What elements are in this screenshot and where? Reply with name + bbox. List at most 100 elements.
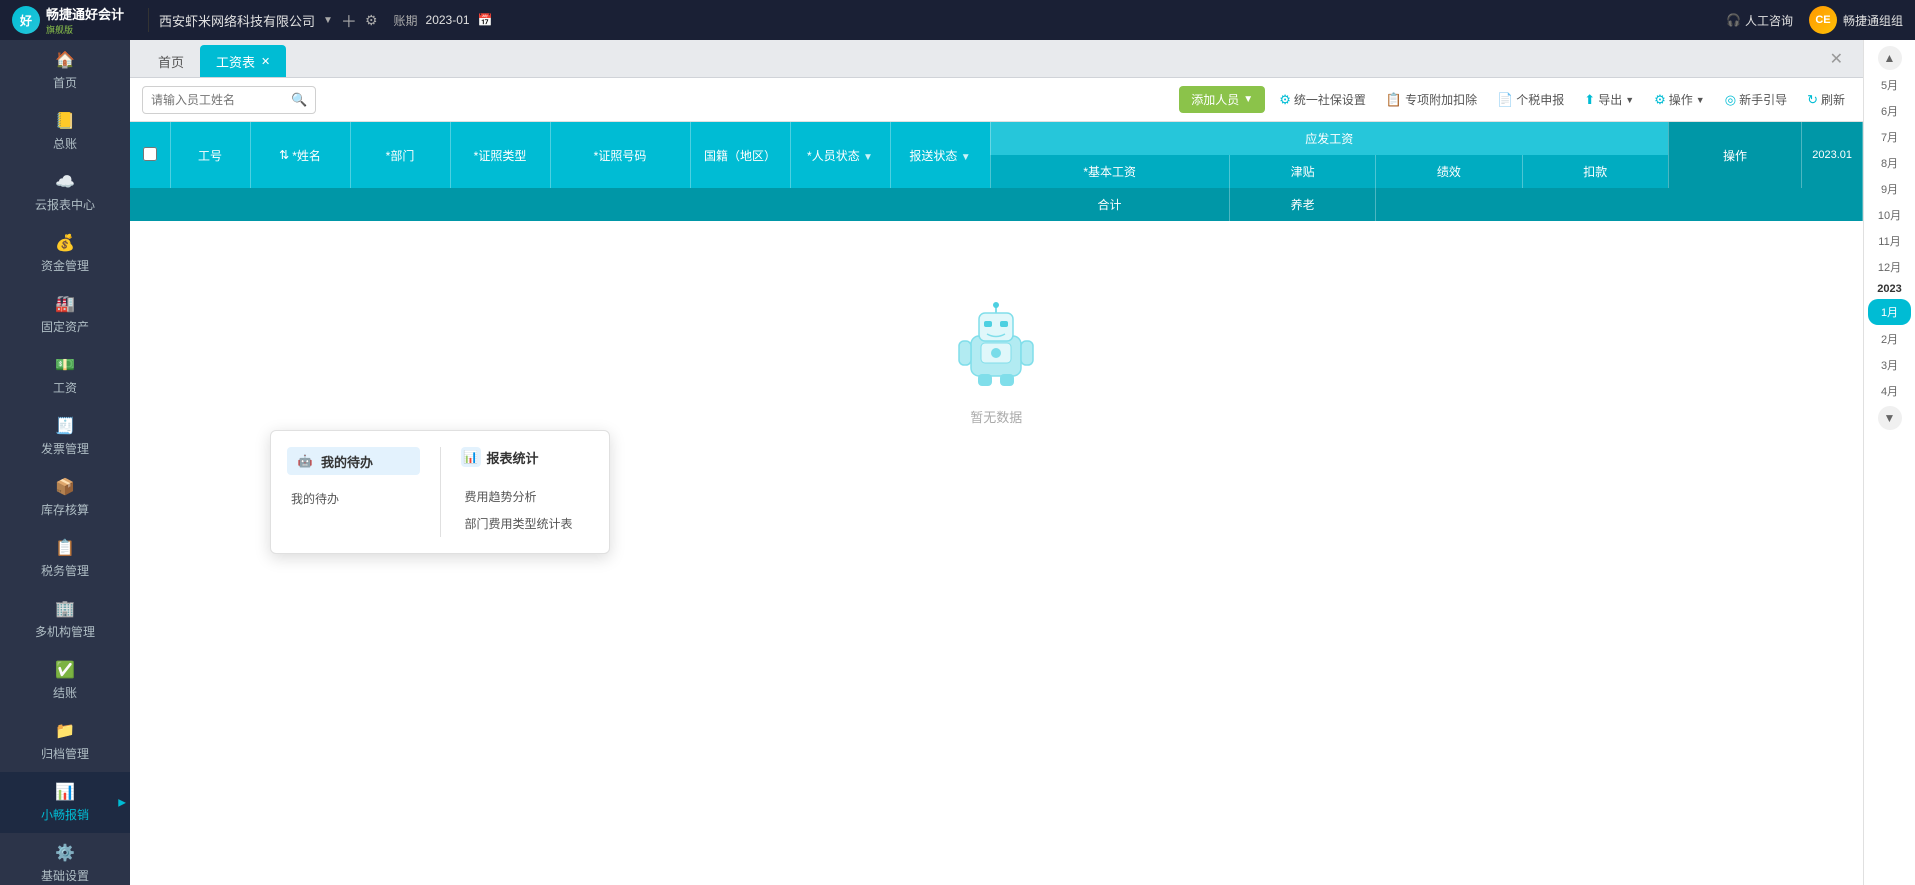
popup-report-title[interactable]: 📊 报表统计 — [461, 447, 594, 473]
tab-home[interactable]: 首页 — [142, 45, 200, 77]
headset-icon: 🎧 — [1726, 13, 1741, 27]
timeline-month-4[interactable]: 4月 — [1864, 378, 1915, 404]
sidebar-item-tax[interactable]: 📋 税务管理 — [0, 528, 130, 589]
calendar-icon[interactable]: 📅 — [478, 13, 493, 27]
popup-pending-title[interactable]: 🤖 我的待办 — [287, 447, 420, 475]
new-guide-action[interactable]: ◎ 新手引导 — [1719, 87, 1793, 112]
sidebar-item-ledger[interactable]: 📒 总账 — [0, 101, 130, 162]
special-deduct-label: 专项附加扣除 — [1405, 91, 1477, 108]
cloud-icon: ☁️ — [55, 172, 75, 192]
sidebar-label-invoice: 发票管理 — [41, 440, 89, 457]
th-checkbox — [130, 122, 170, 188]
sidebar-item-multi[interactable]: 🏢 多机构管理 — [0, 589, 130, 650]
tab-salary-table[interactable]: 工资表 ✕ — [200, 45, 286, 77]
avatar-area[interactable]: CE 畅捷通组组 — [1809, 6, 1903, 34]
th-report-status: 报送状态 ▼ — [890, 122, 990, 188]
th-deduction: 扣款 — [1522, 155, 1668, 188]
popup-columns: 🤖 我的待办 我的待办 📊 报表统计 费用趋势分析 — [287, 447, 593, 537]
sidebar-label-inventory: 库存核算 — [41, 501, 89, 518]
sidebar-item-xiaochang[interactable]: 📊 小畅报销 ▶ — [0, 772, 130, 833]
settings2-icon: ⚙️ — [55, 843, 75, 863]
export-dropdown-icon: ▼ — [1625, 95, 1634, 105]
timeline-month-10[interactable]: 10月 — [1864, 202, 1915, 228]
popup-col-pending: 🤖 我的待办 我的待办 — [287, 447, 420, 537]
sidebar-label-assets: 固定资产 — [41, 318, 89, 335]
popup-my-pending[interactable]: 我的待办 — [287, 485, 420, 512]
home-icon: 🏠 — [55, 50, 75, 70]
th-period: 2023.01 — [1802, 122, 1863, 188]
add-company-icon[interactable]: ＋ — [341, 8, 357, 32]
report-filter-icon[interactable]: ▼ — [961, 152, 971, 163]
sidebar-item-finance[interactable]: 💰 资金管理 — [0, 223, 130, 284]
operate-dropdown-icon: ▼ — [1696, 95, 1705, 105]
sidebar-item-settings[interactable]: ⚙️ 基础设置 — [0, 833, 130, 885]
timeline-month-7[interactable]: 7月 — [1864, 124, 1915, 150]
timeline-nav-down[interactable]: ▼ — [1878, 406, 1902, 430]
social-security-action[interactable]: ⚙ 统一社保设置 — [1273, 87, 1372, 112]
timeline-month-9[interactable]: 9月 — [1864, 176, 1915, 202]
sidebar-item-assets[interactable]: 🏭 固定资产 — [0, 284, 130, 345]
social-security-icon: ⚙ — [1279, 92, 1291, 108]
sidebar-item-home[interactable]: 🏠 首页 — [0, 40, 130, 101]
sidebar-label-ledger: 总账 — [53, 135, 77, 152]
sidebar-expand-icon: ▶ — [118, 797, 126, 808]
timeline-month-5[interactable]: 5月 — [1864, 72, 1915, 98]
select-all-checkbox[interactable] — [143, 147, 157, 161]
company-dropdown-icon[interactable]: ▼ — [323, 15, 333, 26]
timeline-month-8[interactable]: 8月 — [1864, 150, 1915, 176]
timeline-month-1[interactable]: 1月 — [1868, 299, 1911, 325]
th-operation: 操作 — [1668, 122, 1801, 188]
service-button[interactable]: 🎧 人工咨询 — [1726, 12, 1793, 29]
special-deduct-action[interactable]: 📋 专项附加扣除 — [1380, 87, 1483, 112]
refresh-icon: ↻ — [1807, 92, 1818, 108]
operate-action[interactable]: ⚙ 操作 ▼ — [1648, 87, 1711, 112]
th-id-num: *证照号码 — [550, 122, 690, 188]
refresh-action[interactable]: ↻ 刷新 — [1801, 87, 1851, 112]
tab-close-icon[interactable]: ✕ — [261, 55, 270, 68]
logo-text: 畅捷通好会计 — [46, 4, 124, 23]
popup-cost-trend[interactable]: 费用趋势分析 — [461, 483, 594, 510]
new-guide-icon: ◎ — [1725, 92, 1736, 108]
add-person-dropdown-icon: ▼ — [1243, 94, 1253, 105]
th-name: ⇅ *姓名 — [250, 122, 350, 188]
timeline-month-2[interactable]: 2月 — [1864, 326, 1915, 352]
personnel-filter-icon[interactable]: ▼ — [863, 152, 873, 163]
sidebar-label-multi: 多机构管理 — [35, 623, 95, 640]
sidebar-label-archive: 归档管理 — [41, 745, 89, 762]
salary-icon: 💵 — [55, 355, 75, 375]
export-label: 导出 — [1598, 91, 1622, 108]
search-icon[interactable]: 🔍 — [291, 92, 307, 108]
empty-illustration — [951, 301, 1041, 391]
timeline-month-12[interactable]: 12月 — [1864, 254, 1915, 280]
personal-tax-action[interactable]: 📄 个税申报 — [1491, 87, 1570, 112]
timeline-nav-up[interactable]: ▲ — [1878, 46, 1902, 70]
add-person-button[interactable]: 添加人员 ▼ — [1179, 86, 1265, 113]
sidebar-item-inventory[interactable]: 📦 库存核算 — [0, 467, 130, 528]
refresh-label: 刷新 — [1821, 91, 1845, 108]
inventory-icon: 📦 — [55, 477, 75, 497]
sidebar-label-settle: 结账 — [53, 684, 77, 701]
sidebar-item-archive[interactable]: 📁 归档管理 — [0, 711, 130, 772]
tab-close-all-icon[interactable]: ✕ — [1822, 45, 1851, 73]
settings-icon[interactable]: ⚙ — [365, 12, 378, 29]
timeline-month-6[interactable]: 6月 — [1864, 98, 1915, 124]
sidebar-item-salary[interactable]: 💵 工资 — [0, 345, 130, 406]
th-performance: 绩效 — [1376, 155, 1522, 188]
popup-dept-cost[interactable]: 部门费用类型统计表 — [461, 510, 594, 537]
sidebar-label-tax: 税务管理 — [41, 562, 89, 579]
user-name: 畅捷通组组 — [1843, 12, 1903, 29]
invoice-icon: 🧾 — [55, 416, 75, 436]
sidebar-item-invoice[interactable]: 🧾 发票管理 — [0, 406, 130, 467]
period-label: 账期 — [394, 12, 418, 29]
company-name: 西安虾米网络科技有限公司 — [159, 11, 315, 30]
tab-home-label: 首页 — [158, 52, 184, 71]
th-spacer — [130, 188, 990, 221]
timeline-month-3[interactable]: 3月 — [1864, 352, 1915, 378]
sidebar-item-settle[interactable]: ✅ 结账 — [0, 650, 130, 711]
popup-chart-icon: 📊 — [461, 447, 481, 467]
sidebar-item-cloud[interactable]: ☁️ 云报表中心 — [0, 162, 130, 223]
export-action[interactable]: ⬆ 导出 ▼ — [1578, 87, 1640, 112]
search-input[interactable] — [151, 93, 291, 107]
timeline-month-11[interactable]: 11月 — [1864, 228, 1915, 254]
sidebar: 🏠 首页 📒 总账 ☁️ 云报表中心 💰 资金管理 🏭 固定资产 💵 工资 🧾 … — [0, 40, 130, 885]
